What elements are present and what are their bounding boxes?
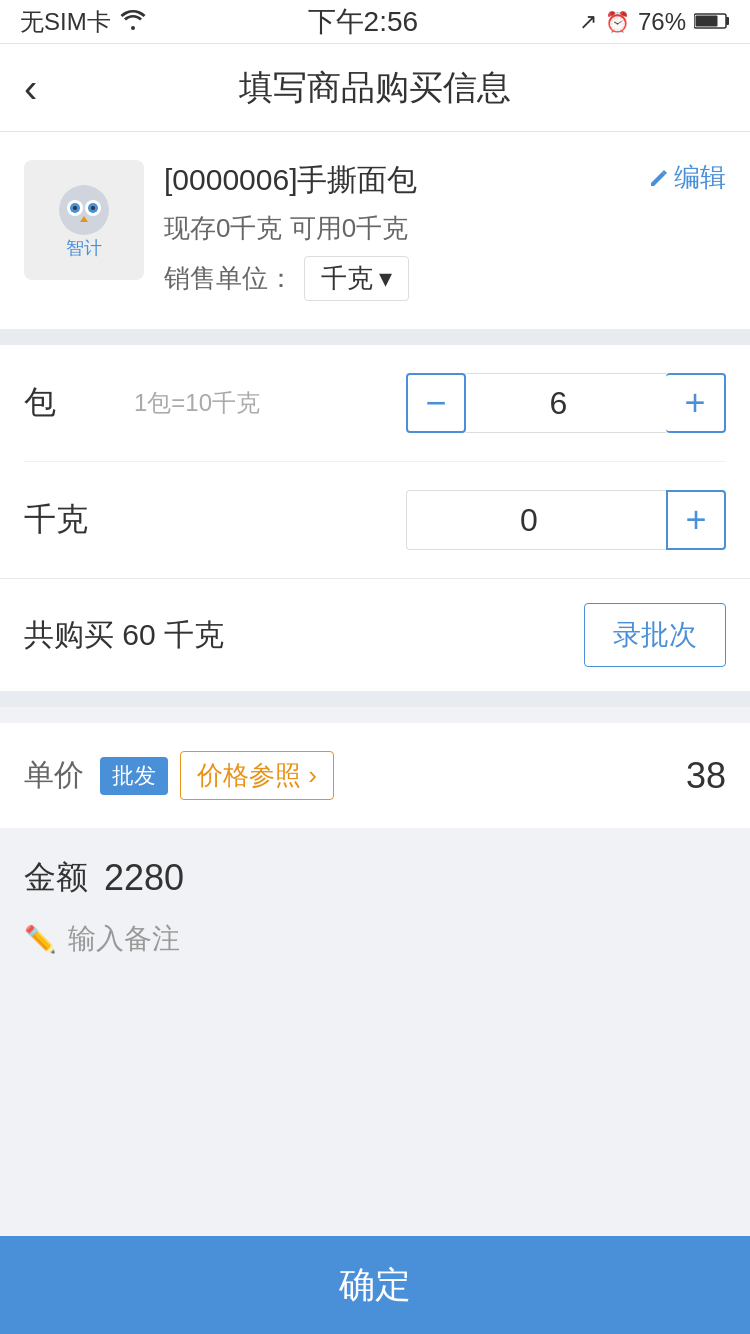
battery-label: 76% xyxy=(638,8,686,36)
back-button[interactable]: ‹ xyxy=(24,68,37,108)
note-placeholder[interactable]: 输入备注 xyxy=(68,920,180,958)
status-right: ↗ ⏰ 76% xyxy=(579,8,730,36)
page-title: 填写商品购买信息 xyxy=(239,65,511,111)
product-thumbnail: 智计 xyxy=(24,160,144,280)
product-card: 智计 [0000006]手撕面包 编辑 现存0千克 可用0千克 销售单位： 千克… xyxy=(0,132,750,329)
package-quantity-input[interactable] xyxy=(466,373,666,433)
price-ref-button[interactable]: 价格参照 › xyxy=(180,751,334,800)
package-hint: 1包=10千克 xyxy=(134,387,406,419)
amount-label: 金额 xyxy=(24,856,88,900)
price-section: 单价 批发 价格参照 › 38 xyxy=(0,723,750,828)
product-name: [0000006]手撕面包 xyxy=(164,160,648,201)
package-label: 包 xyxy=(24,381,124,425)
confirm-button[interactable]: 确定 xyxy=(0,1236,750,1334)
wifi-icon xyxy=(119,8,147,36)
status-bar: 无SIM卡 下午2:56 ↗ ⏰ 76% xyxy=(0,0,750,44)
product-info: [0000006]手撕面包 编辑 现存0千克 可用0千克 销售单位： 千克 ▾ xyxy=(164,160,726,301)
amount-value: 2280 xyxy=(104,857,184,899)
kg-quantity-input[interactable] xyxy=(406,490,666,550)
batch-button[interactable]: 录批次 xyxy=(584,603,726,667)
carrier-label: 无SIM卡 xyxy=(20,6,111,38)
kg-label: 千克 xyxy=(24,498,124,542)
section-divider-2 xyxy=(0,691,750,707)
svg-rect-1 xyxy=(726,17,729,25)
price-label: 单价 xyxy=(24,755,84,796)
amount-row: 金额 2280 xyxy=(24,856,726,900)
price-value: 38 xyxy=(686,755,726,797)
section-divider xyxy=(0,329,750,345)
status-time: 下午2:56 xyxy=(308,3,419,41)
svg-point-8 xyxy=(73,206,77,210)
package-quantity-control: − + xyxy=(406,373,726,433)
unit-label: 销售单位： xyxy=(164,261,294,296)
kg-plus-button[interactable]: + xyxy=(666,490,726,550)
svg-point-3 xyxy=(59,185,109,235)
unit-select[interactable]: 千克 ▾ xyxy=(304,256,409,301)
product-unit-row: 销售单位： 千克 ▾ xyxy=(164,256,726,301)
total-section: 共购买 60 千克 录批次 xyxy=(0,578,750,691)
package-input-section: 包 1包=10千克 − + 千克 + xyxy=(0,345,750,578)
price-tag: 批发 xyxy=(100,757,168,795)
svg-point-9 xyxy=(91,206,95,210)
package-minus-button[interactable]: − xyxy=(406,373,466,433)
total-text: 共购买 60 千克 xyxy=(24,615,584,656)
kg-quantity-control: + xyxy=(406,490,726,550)
battery-icon xyxy=(694,8,730,36)
product-stock: 现存0千克 可用0千克 xyxy=(164,211,726,246)
status-left: 无SIM卡 xyxy=(20,6,147,38)
kg-row: 千克 + xyxy=(24,462,726,578)
amount-section: 金额 2280 ✏️ 输入备注 xyxy=(0,828,750,978)
note-row[interactable]: ✏️ 输入备注 xyxy=(24,920,726,958)
alarm-icon: ⏰ xyxy=(605,10,630,34)
edit-button[interactable]: 编辑 xyxy=(648,160,726,195)
svg-rect-2 xyxy=(696,15,718,26)
package-row: 包 1包=10千克 − + xyxy=(24,345,726,462)
pencil-icon: ✏️ xyxy=(24,924,56,955)
nav-bar: ‹ 填写商品购买信息 xyxy=(0,44,750,132)
package-plus-button[interactable]: + xyxy=(666,373,726,433)
location-icon: ↗ xyxy=(579,9,597,35)
chevron-down-icon: ▾ xyxy=(379,263,392,294)
